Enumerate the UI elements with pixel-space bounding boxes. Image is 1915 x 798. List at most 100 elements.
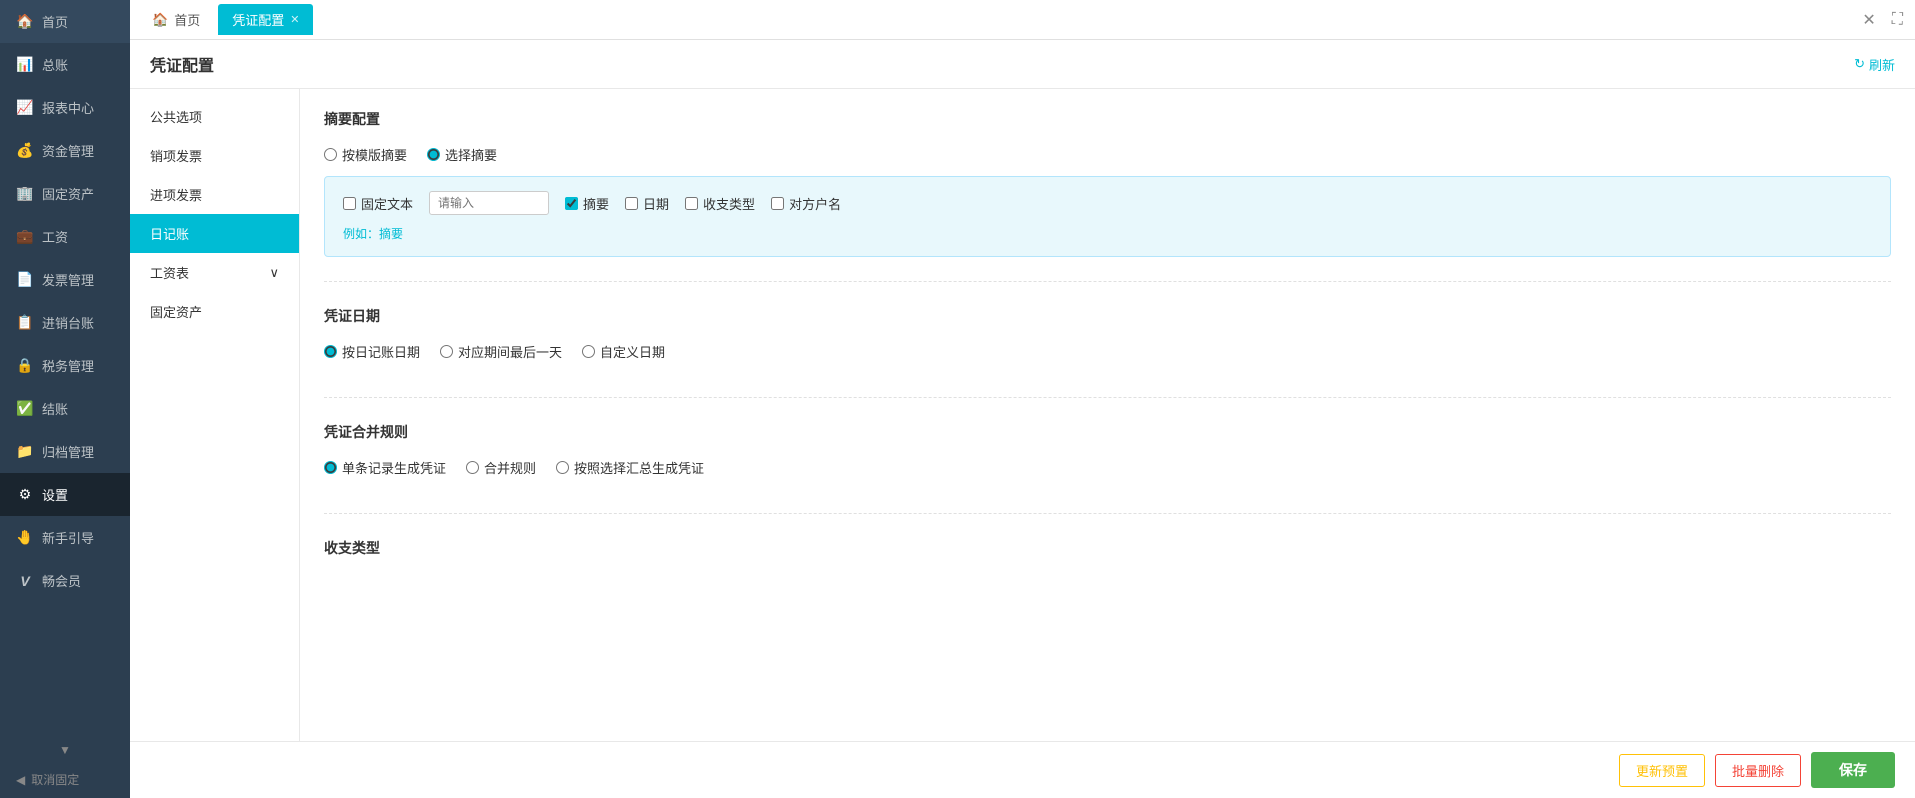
sidebar-item-payroll[interactable]: 💼 工资 bbox=[0, 215, 130, 258]
summary-template-label: 按模版摘要 bbox=[342, 145, 407, 164]
payroll-icon: 💼 bbox=[16, 228, 34, 245]
left-nav-public[interactable]: 公共选项 bbox=[130, 97, 299, 136]
save-button[interactable]: 保存 bbox=[1811, 752, 1895, 788]
fixed-text-checkbox-label[interactable]: 固定文本 bbox=[343, 194, 413, 213]
sidebar-item-sales-ledger[interactable]: 📋 进销台账 bbox=[0, 301, 130, 344]
member-icon: V bbox=[16, 573, 34, 589]
summary-example-text: 例如：摘要 bbox=[343, 227, 403, 241]
date-label: 日期 bbox=[643, 194, 669, 213]
sidebar-item-label: 总账 bbox=[42, 55, 68, 74]
home-tab-icon: 🏠 bbox=[152, 12, 168, 28]
sidebar-item-funds[interactable]: 💰 资金管理 bbox=[0, 129, 130, 172]
income-type-section: 收支类型 bbox=[324, 538, 1891, 598]
sidebar-item-assets[interactable]: 🏢 固定资产 bbox=[0, 172, 130, 215]
left-nav-journal-label: 日记账 bbox=[150, 224, 189, 243]
update-preview-button[interactable]: 更新预置 bbox=[1619, 754, 1705, 787]
single-record-label[interactable]: 单条记录生成凭证 bbox=[324, 458, 446, 477]
refresh-button[interactable]: ↻ 刷新 bbox=[1854, 55, 1895, 74]
sidebar-item-settings[interactable]: ⚙ 设置 bbox=[0, 473, 130, 516]
tab-voucher-config[interactable]: 凭证配置 ✕ bbox=[218, 4, 313, 35]
refresh-icon: ↻ bbox=[1854, 56, 1865, 72]
custom-date-radio[interactable] bbox=[582, 345, 595, 358]
sidebar-item-reports[interactable]: 📈 报表中心 bbox=[0, 86, 130, 129]
select-merge-radio[interactable] bbox=[556, 461, 569, 474]
left-nav-public-label: 公共选项 bbox=[150, 107, 202, 126]
settlement-icon: ✅ bbox=[16, 400, 34, 417]
sidebar-item-label: 报表中心 bbox=[42, 98, 94, 117]
merge-rule-radio[interactable] bbox=[466, 461, 479, 474]
left-nav-fixed-assets-label: 固定资产 bbox=[150, 302, 202, 321]
merge-rules-title: 凭证合并规则 bbox=[324, 422, 1891, 442]
left-nav-payroll-sheet[interactable]: 工资表 ∨ bbox=[130, 253, 299, 292]
summary-select-radio[interactable] bbox=[427, 148, 440, 161]
counterparty-label: 对方户名 bbox=[789, 194, 841, 213]
sidebar-item-ledger[interactable]: 📊 总账 bbox=[0, 43, 130, 86]
sidebar-item-guide[interactable]: 🤚 新手引导 bbox=[0, 516, 130, 559]
income-type-checkbox[interactable] bbox=[685, 197, 698, 210]
left-nav-sales-invoice-label: 销项发票 bbox=[150, 146, 202, 165]
sidebar-item-invoice-mgmt[interactable]: 📄 发票管理 bbox=[0, 258, 130, 301]
left-nav-fixed-assets[interactable]: 固定资产 bbox=[130, 292, 299, 331]
sidebar-item-tax[interactable]: 🔒 税务管理 bbox=[0, 344, 130, 387]
voucher-date-title: 凭证日期 bbox=[324, 306, 1891, 326]
counterparty-checkbox[interactable] bbox=[771, 197, 784, 210]
sidebar: 🏠 首页 📊 总账 📈 报表中心 💰 资金管理 🏢 固定资产 💼 工资 📄 发票… bbox=[0, 0, 130, 798]
sidebar-unpin[interactable]: ◀ 取消固定 bbox=[0, 761, 130, 798]
summary-radio-group: 按模版摘要 选择摘要 bbox=[324, 145, 1891, 164]
select-merge-text: 按照选择汇总生成凭证 bbox=[574, 458, 704, 477]
summary-template-radio-label[interactable]: 按模版摘要 bbox=[324, 145, 407, 164]
left-nav-sales-invoice[interactable]: 销项发票 bbox=[130, 136, 299, 175]
by-journal-date-radio[interactable] bbox=[324, 345, 337, 358]
select-merge-label[interactable]: 按照选择汇总生成凭证 bbox=[556, 458, 704, 477]
tax-icon: 🔒 bbox=[16, 357, 34, 374]
sidebar-item-settlement[interactable]: ✅ 结账 bbox=[0, 387, 130, 430]
counterparty-checkbox-label[interactable]: 对方户名 bbox=[771, 194, 841, 213]
tab-voucher-config-label: 凭证配置 bbox=[232, 10, 284, 29]
sidebar-item-member[interactable]: V 畅会员 bbox=[0, 559, 130, 602]
last-day-radio[interactable] bbox=[440, 345, 453, 358]
sidebar-item-label: 畅会员 bbox=[42, 571, 81, 590]
merge-rule-label[interactable]: 合并规则 bbox=[466, 458, 536, 477]
date-checkbox-label[interactable]: 日期 bbox=[625, 194, 669, 213]
left-nav-journal[interactable]: 日记账 bbox=[130, 214, 299, 253]
summary-checkbox[interactable] bbox=[565, 197, 578, 210]
summary-template-radio[interactable] bbox=[324, 148, 337, 161]
archive-icon: 📁 bbox=[16, 443, 34, 460]
sidebar-item-label: 新手引导 bbox=[42, 528, 94, 547]
income-type-checkbox-label[interactable]: 收支类型 bbox=[685, 194, 755, 213]
guide-icon: 🤚 bbox=[16, 529, 34, 546]
sidebar-scroll-down[interactable]: ▼ bbox=[0, 739, 130, 761]
right-content: 摘要配置 按模版摘要 选择摘要 固定文本 bbox=[300, 89, 1915, 741]
merge-rule-text: 合并规则 bbox=[484, 458, 536, 477]
summary-box-row: 固定文本 摘要 日期 收支类型 bbox=[343, 191, 1872, 215]
fixed-text-input[interactable] bbox=[429, 191, 549, 215]
by-journal-date-label[interactable]: 按日记账日期 bbox=[324, 342, 420, 361]
home-icon: 🏠 bbox=[16, 13, 34, 30]
income-type-title: 收支类型 bbox=[324, 538, 1891, 558]
sidebar-item-label: 进销台账 bbox=[42, 313, 94, 332]
sidebar-item-archive[interactable]: 📁 归档管理 bbox=[0, 430, 130, 473]
sidebar-item-label: 设置 bbox=[42, 485, 68, 504]
summary-select-radio-label[interactable]: 选择摘要 bbox=[427, 145, 497, 164]
left-nav-payroll-sheet-label: 工资表 bbox=[150, 263, 189, 282]
last-day-text: 对应期间最后一天 bbox=[458, 342, 562, 361]
fullscreen-button[interactable]: ⛶ bbox=[1888, 8, 1907, 32]
batch-delete-button[interactable]: 批量删除 bbox=[1715, 754, 1801, 787]
tab-close-icon[interactable]: ✕ bbox=[290, 13, 299, 26]
single-record-radio[interactable] bbox=[324, 461, 337, 474]
date-checkbox[interactable] bbox=[625, 197, 638, 210]
close-window-button[interactable]: ✕ bbox=[1858, 8, 1879, 32]
tab-home[interactable]: 🏠 首页 bbox=[138, 4, 214, 35]
sidebar-item-home[interactable]: 🏠 首页 bbox=[0, 0, 130, 43]
sidebar-item-label: 税务管理 bbox=[42, 356, 94, 375]
fixed-text-checkbox[interactable] bbox=[343, 197, 356, 210]
invoice-mgmt-icon: 📄 bbox=[16, 271, 34, 288]
assets-icon: 🏢 bbox=[16, 185, 34, 202]
bottom-bar: 更新预置 批量删除 保存 bbox=[130, 741, 1915, 798]
summary-checkbox-label[interactable]: 摘要 bbox=[565, 194, 609, 213]
sidebar-item-label: 首页 bbox=[42, 12, 68, 31]
last-day-label[interactable]: 对应期间最后一天 bbox=[440, 342, 562, 361]
left-nav-purchase-invoice[interactable]: 进项发票 bbox=[130, 175, 299, 214]
custom-date-label[interactable]: 自定义日期 bbox=[582, 342, 665, 361]
fixed-text-label: 固定文本 bbox=[361, 194, 413, 213]
